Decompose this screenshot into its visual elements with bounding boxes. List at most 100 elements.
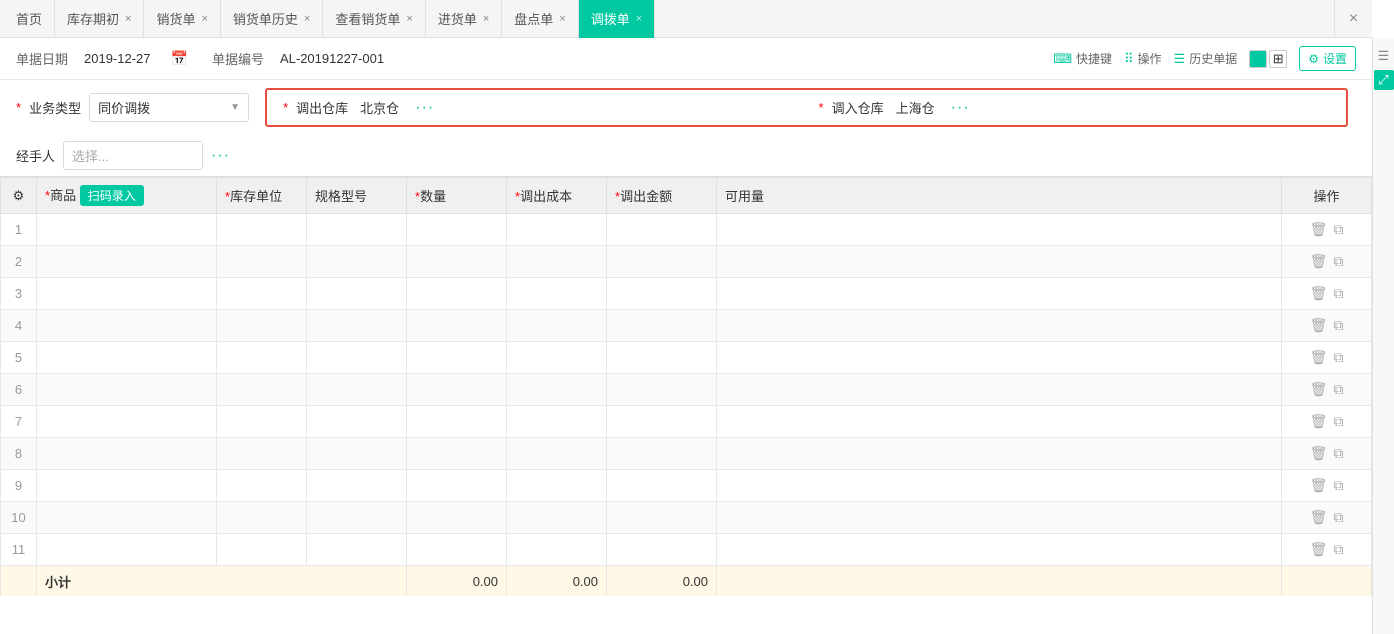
in-warehouse-label: 调入仓库 (832, 98, 884, 117)
tab-stocktake[interactable]: 盘点单 × (502, 0, 578, 38)
delete-row-icon[interactable]: 🗑 (1310, 381, 1328, 398)
operation-button[interactable]: ⠿ 操作 (1124, 50, 1162, 67)
copy-row-icon[interactable]: ⧉ (1333, 445, 1343, 462)
col-amount: *调出金额 (607, 178, 717, 214)
delete-row-icon[interactable]: 🗑 (1310, 349, 1328, 366)
toolbar-right: ⌨ 快捷键 ⠿ 操作 ☰ 历史单据 ⊞ ⚙ 设置 (1053, 46, 1356, 71)
tab-sales-order[interactable]: 销货单 × (144, 0, 220, 38)
copy-row-icon[interactable]: ⧉ (1333, 509, 1343, 526)
copy-row-icon[interactable]: ⧉ (1333, 349, 1343, 366)
delete-row-icon[interactable]: 🗑 (1310, 317, 1328, 334)
table-row: 9 🗑 ⧉ (1, 470, 1372, 502)
row-num: 8 (1, 438, 37, 470)
toolbar-left: 单据日期 2019-12-27 📅 单据编号 AL-20191227-001 (16, 49, 1033, 68)
table-row: 4 🗑 ⧉ (1, 310, 1372, 342)
tab-close-stocktake[interactable]: × (559, 13, 565, 25)
delete-row-icon[interactable]: 🗑 (1310, 413, 1328, 430)
col-qty: *数量 (407, 178, 507, 214)
col-available: 可用量 (717, 178, 1282, 214)
table-row: 1🗑⧉ (1, 214, 1372, 246)
tab-close-view-sales[interactable]: × (406, 13, 412, 25)
copy-row-icon[interactable]: ⧉ (1333, 285, 1343, 302)
table-row: 11 🗑 ⧉ (1, 534, 1372, 566)
in-warehouse-value[interactable]: 上海仓 (896, 98, 935, 117)
biz-type-selector[interactable]: 同价调拨 ▼ (89, 93, 249, 122)
tab-sales-history[interactable]: 销货单历史 × (221, 0, 323, 38)
delete-row-icon[interactable]: 🗑 (1310, 253, 1328, 270)
copy-row-icon[interactable]: ⧉ (1333, 541, 1343, 558)
row-num: 4 (1, 310, 37, 342)
subtotal-qty: 0.00 (407, 566, 507, 597)
biz-type-section: * 业务类型 同价调拨 ▼ (16, 93, 249, 122)
product-cell[interactable] (37, 214, 217, 246)
calendar-icon[interactable]: 📅 (171, 50, 188, 67)
in-warehouse-section: * 调入仓库 上海仓 ··· (819, 98, 1330, 117)
biz-type-value: 同价调拨 (98, 98, 222, 117)
no-value: AL-20191227-001 (280, 51, 384, 66)
copy-row-icon[interactable]: ⧉ (1333, 381, 1343, 398)
settings-gear-icon: ⚙ (1308, 52, 1319, 66)
col-cost: *调出成本 (507, 178, 607, 214)
in-warehouse-more[interactable]: ··· (951, 99, 970, 117)
view-toggle: ⊞ (1249, 50, 1287, 68)
out-warehouse-section: * 调出仓库 北京仓 ··· (283, 98, 794, 117)
tab-close-inventory-init[interactable]: × (125, 13, 131, 25)
person-selector[interactable]: 选择... (63, 141, 203, 170)
biz-type-label: 业务类型 (29, 98, 81, 117)
tab-view-sales[interactable]: 查看销货单 × (323, 0, 425, 38)
scan-entry-button[interactable]: 扫码录入 (80, 185, 144, 206)
settings-button[interactable]: ⚙ 设置 (1299, 46, 1356, 71)
delete-row-icon[interactable]: 🗑 (1310, 445, 1328, 462)
tab-close-transfer[interactable]: × (636, 13, 642, 25)
table-row: 3 🗑 ⧉ (1, 278, 1372, 310)
person-more[interactable]: ··· (211, 147, 230, 165)
delete-row-icon[interactable]: 🗑 (1310, 477, 1328, 494)
shortcut-icon: ⌨ (1053, 51, 1072, 67)
out-warehouse-value[interactable]: 北京仓 (360, 98, 399, 117)
sidebar-list-icon[interactable]: ☰ (1374, 46, 1394, 66)
row-num: 11 (1, 534, 37, 566)
view-list-icon[interactable] (1249, 50, 1267, 68)
table-row: 10 🗑 ⧉ (1, 502, 1372, 534)
table-row: 8 🗑 ⧉ (1, 438, 1372, 470)
row-num: 3 (1, 278, 37, 310)
copy-row-icon[interactable]: ⧉ (1333, 477, 1343, 494)
row-num: 9 (1, 470, 37, 502)
biz-type-dropdown-icon[interactable]: ▼ (230, 102, 240, 113)
copy-row-icon[interactable]: ⧉ (1333, 317, 1343, 334)
table-row: 7🗑⧉ (1, 406, 1372, 438)
tab-transfer[interactable]: 调拨单 × (579, 0, 655, 38)
tab-close-sales-history[interactable]: × (304, 13, 310, 25)
tab-close-sales-order[interactable]: × (201, 13, 207, 25)
row-num: 10 (1, 502, 37, 534)
view-grid-icon[interactable]: ⊞ (1269, 50, 1287, 68)
date-value[interactable]: 2019-12-27 (84, 51, 151, 66)
row-num: 2 (1, 246, 37, 278)
history-button[interactable]: ☰ 历史单据 (1174, 50, 1238, 67)
person-placeholder: 选择... (72, 146, 194, 165)
no-label: 单据编号 (212, 49, 264, 68)
out-warehouse-label: 调出仓库 (296, 98, 348, 117)
delete-row-icon[interactable]: 🗑 (1310, 541, 1328, 558)
tab-home[interactable]: 首页 (4, 0, 55, 38)
sidebar-expand-icon[interactable]: ⤢ (1374, 70, 1394, 90)
global-close-button[interactable]: × (1334, 0, 1372, 38)
out-warehouse-more[interactable]: ··· (415, 99, 434, 117)
tab-inventory-init[interactable]: 库存期初 × (55, 0, 144, 38)
tab-purchase[interactable]: 进货单 × (426, 0, 502, 38)
copy-row-icon[interactable]: ⧉ (1333, 253, 1343, 270)
delete-row-icon[interactable]: 🗑 (1310, 509, 1328, 526)
data-table: ⚙ *商品 扫码录入 *库存单位 规格型号 *数量 *调出成本 *调出金额 可用… (0, 177, 1372, 596)
date-label: 单据日期 (16, 49, 68, 68)
tab-close-purchase[interactable]: × (483, 13, 489, 25)
subtotal-amount: 0.00 (607, 566, 717, 597)
toolbar: 单据日期 2019-12-27 📅 单据编号 AL-20191227-001 ⌨… (0, 38, 1372, 80)
settings-icon[interactable]: ⚙ (13, 188, 25, 203)
copy-row-icon[interactable]: ⧉ (1333, 413, 1343, 430)
delete-row-icon[interactable]: 🗑 (1310, 285, 1328, 302)
table-row: 2 🗑 ⧉ (1, 246, 1372, 278)
delete-row-icon[interactable]: 🗑 (1310, 221, 1328, 238)
copy-row-icon[interactable]: ⧉ (1333, 221, 1343, 238)
col-settings[interactable]: ⚙ (1, 178, 37, 214)
shortcut-button[interactable]: ⌨ 快捷键 (1053, 50, 1112, 67)
